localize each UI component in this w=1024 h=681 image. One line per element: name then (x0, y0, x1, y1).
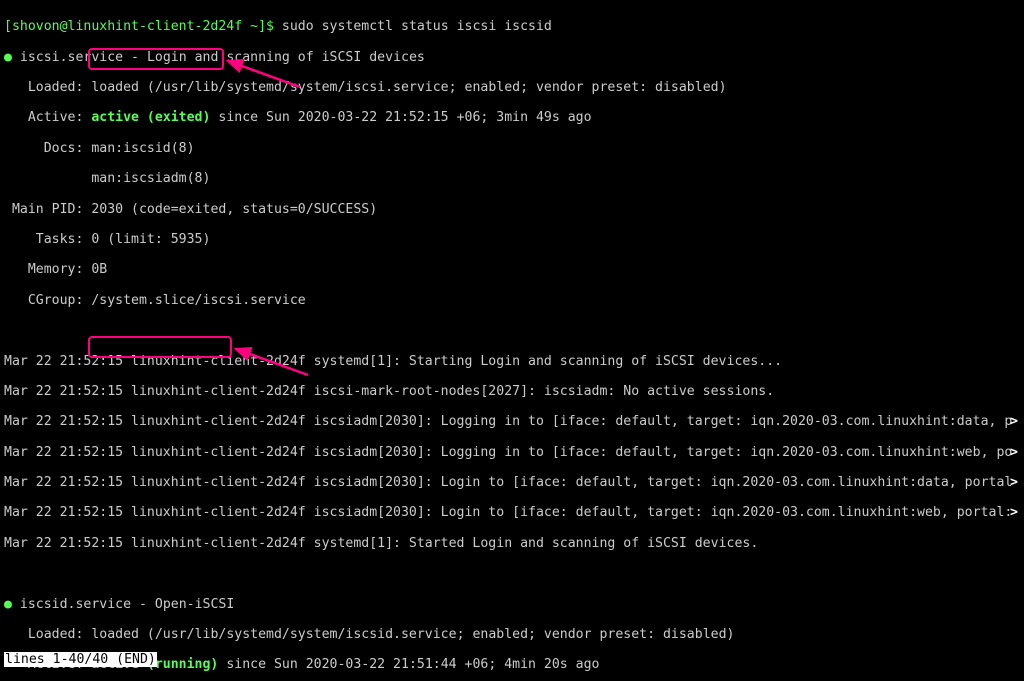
log-line: Mar 22 21:52:15 linuxhint-client-2d24f s… (4, 536, 1020, 551)
docs-line-1a: Docs: man:iscsid(8) (4, 141, 1020, 156)
active-line-1: Active: active (exited) since Sun 2020-0… (4, 110, 1020, 125)
line-continuation-icon: > (1010, 475, 1018, 490)
terminal[interactable]: [shovon@linuxhint-client-2d24f ~]$ sudo … (0, 0, 1024, 681)
bullet-icon: ● (4, 50, 12, 65)
loaded-line-1: Loaded: loaded (/usr/lib/systemd/system/… (4, 80, 1020, 95)
log-line: Mar 22 21:52:15 linuxhint-client-2d24f i… (4, 505, 1020, 520)
blank-line (4, 323, 1020, 338)
command-text: sudo systemctl status iscsi iscsid (282, 19, 552, 34)
bullet-icon: ● (4, 597, 12, 612)
service-header-1: ● iscsi.service - Login and scanning of … (4, 50, 1020, 65)
mainpid-line-1: Main PID: 2030 (code=exited, status=0/SU… (4, 202, 1020, 217)
service-header-2: ● iscsid.service - Open-iSCSI (4, 597, 1020, 612)
line-continuation-icon: > (1010, 505, 1018, 520)
blank-line (4, 566, 1020, 581)
log-line: Mar 22 21:52:15 linuxhint-client-2d24f i… (4, 384, 1020, 399)
tasks-line-1: Tasks: 0 (limit: 5935) (4, 232, 1020, 247)
log-line: Mar 22 21:52:15 linuxhint-client-2d24f i… (4, 414, 1020, 429)
prompt-user-host: [shovon@linuxhint-client-2d24f ~]$ (4, 19, 274, 34)
log-line: Mar 22 21:52:15 linuxhint-client-2d24f i… (4, 475, 1020, 490)
cgroup-line-1: CGroup: /system.slice/iscsi.service (4, 293, 1020, 308)
line-continuation-icon: > (1010, 445, 1018, 460)
log-line: Mar 22 21:52:15 linuxhint-client-2d24f i… (4, 445, 1020, 460)
pager-status: lines 1-40/40 (END) (4, 652, 157, 667)
active-status-1: active (exited) (91, 110, 210, 125)
loaded-line-2: Loaded: loaded (/usr/lib/systemd/system/… (4, 627, 1020, 642)
memory-line-1: Memory: 0B (4, 262, 1020, 277)
log-line: Mar 22 21:52:15 linuxhint-client-2d24f s… (4, 354, 1020, 369)
prompt-line: [shovon@linuxhint-client-2d24f ~]$ sudo … (4, 19, 1020, 34)
docs-line-1b: man:iscsiadm(8) (4, 171, 1020, 186)
line-continuation-icon: > (1010, 414, 1018, 429)
